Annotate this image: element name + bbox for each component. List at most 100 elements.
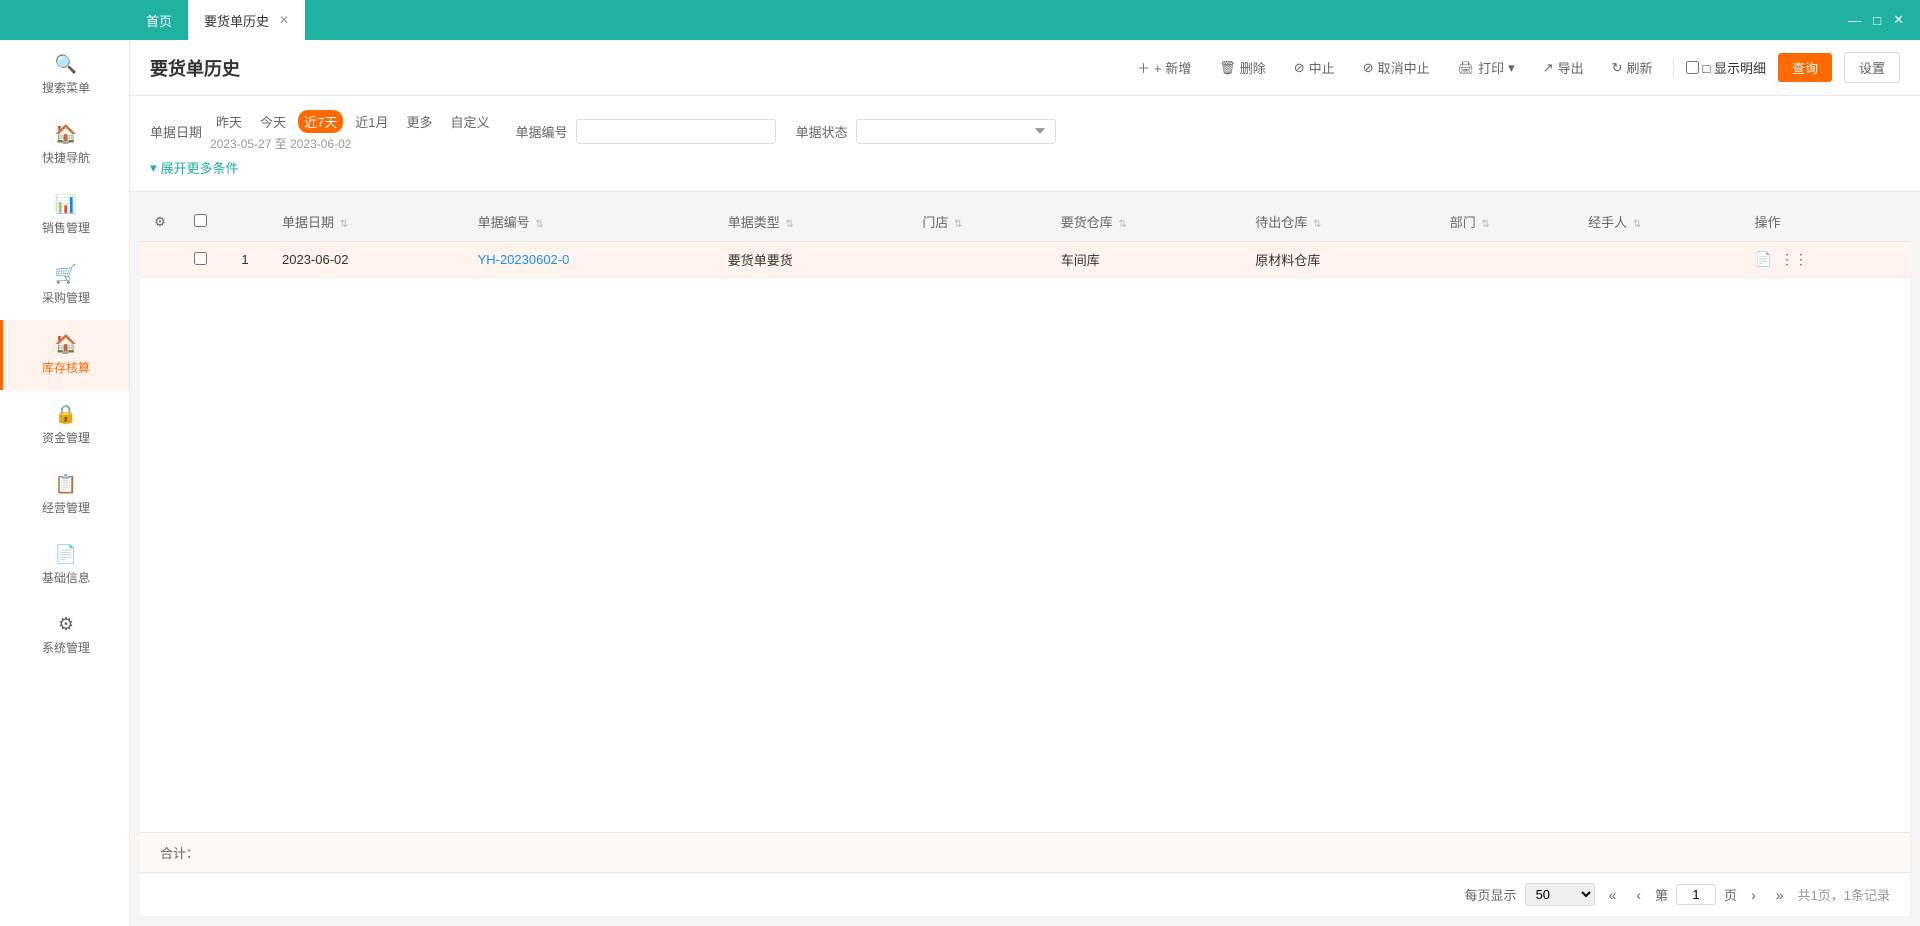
row-doc-type-cell: 要货单要货: [716, 242, 911, 278]
sidebar-item-quick-nav-label: 快捷导航: [42, 149, 90, 166]
stop-button[interactable]: ⊘ 中止: [1286, 54, 1343, 81]
sidebar-item-sales-mgmt[interactable]: 📊 销售管理: [0, 180, 129, 250]
status-select[interactable]: [856, 119, 1056, 144]
row-actions-cell: 📄 ⋮⋮: [1743, 242, 1910, 278]
th-doc-type-label: 单据类型: [728, 215, 780, 230]
th-doc-date[interactable]: 单据日期 ⇅: [270, 202, 466, 242]
sidebar-item-inventory[interactable]: 🏠 库存核算: [0, 320, 129, 390]
sort-req-warehouse-icon: ⇅: [1118, 219, 1126, 230]
window-minimize-btn[interactable]: —: [1848, 13, 1861, 28]
refresh-button[interactable]: ↻ 刷新: [1604, 54, 1661, 81]
shortcut-yesterday[interactable]: 昨天: [210, 110, 248, 133]
row-check-cell: [180, 242, 220, 278]
row-req-warehouse: 车间库: [1061, 253, 1100, 268]
first-page-btn[interactable]: «: [1603, 885, 1623, 905]
print-button[interactable]: 🖨 打印 ▾: [1450, 54, 1523, 81]
settings-button[interactable]: 设置: [1844, 52, 1900, 83]
new-icon: ＋: [1137, 58, 1150, 77]
sidebar-item-ops-mgmt[interactable]: 📋 经营管理: [0, 460, 129, 530]
th-req-warehouse-label: 要货仓库: [1061, 215, 1113, 230]
last-page-btn[interactable]: »: [1770, 885, 1790, 905]
print-icon: 🖨: [1458, 60, 1475, 76]
sort-department-icon: ⇅: [1481, 219, 1489, 230]
row-more-action-btn[interactable]: ⋮⋮: [1780, 251, 1808, 268]
tab-close-icon[interactable]: ✕: [279, 13, 289, 27]
page-title: 要货单历史: [150, 55, 240, 81]
purchase-mgmt-icon: 🛒: [55, 264, 77, 285]
top-bar: 首页 要货单历史 ✕ — □ ✕: [0, 0, 1920, 40]
expand-more-icon: ▾: [150, 160, 157, 176]
sidebar-item-search-menu[interactable]: 🔍 搜索菜单: [0, 40, 129, 110]
th-check: [180, 202, 220, 242]
sidebar-item-sys-mgmt[interactable]: ⚙ 系统管理: [0, 600, 129, 670]
th-actions: 操作: [1743, 202, 1910, 242]
doc-number-input[interactable]: [576, 119, 776, 144]
shortcut-more[interactable]: 更多: [401, 110, 439, 133]
query-button[interactable]: 查询: [1778, 53, 1832, 82]
export-label: 导出: [1558, 58, 1584, 77]
sidebar-item-purchase-mgmt[interactable]: 🛒 采购管理: [0, 250, 129, 320]
date-filter: 单据日期 昨天 今天 近7天 近1月 更多 自定义 2023-05-27 至 2…: [150, 110, 496, 152]
row-checkbox[interactable]: [194, 252, 207, 265]
th-req-warehouse[interactable]: 要货仓库 ⇅: [1049, 202, 1244, 242]
row-doc-number-cell: YH-20230602-0: [466, 242, 716, 278]
doc-number-filter: 单据编号: [516, 119, 776, 144]
cancel-stop-button[interactable]: ⊘ 取消中止: [1355, 54, 1438, 81]
row-num: 1: [241, 252, 248, 267]
window-close-btn[interactable]: ✕: [1893, 12, 1904, 28]
refresh-label: 刷新: [1626, 58, 1652, 77]
th-handler-label: 经手人: [1588, 215, 1627, 230]
th-handler[interactable]: 经手人 ⇅: [1576, 202, 1742, 242]
search-menu-icon: 🔍: [55, 54, 77, 75]
expand-more-btn[interactable]: ▾ 展开更多条件: [150, 158, 1900, 177]
th-department-label: 部门: [1450, 215, 1476, 230]
row-doc-number-link[interactable]: YH-20230602-0: [478, 252, 570, 267]
row-doc-type: 要货单要货: [728, 253, 793, 268]
shortcut-custom[interactable]: 自定义: [445, 110, 496, 133]
page-input[interactable]: [1676, 884, 1716, 905]
table-area: ⚙ 单据日期 ⇅ 单据编号 ⇅: [140, 202, 1910, 916]
page-header: 要货单历史 ＋ + 新增 🗑 删除 ⊘ 中止 ⊘ 取消中止: [130, 40, 1920, 96]
sidebar-item-basic-info[interactable]: 📄 基础信息: [0, 530, 129, 600]
tab-requisition-history-label: 要货单历史: [204, 11, 269, 30]
sidebar-item-sys-mgmt-label: 系统管理: [42, 639, 90, 656]
display-detail-checkbox[interactable]: [1686, 61, 1699, 74]
th-department[interactable]: 部门 ⇅: [1438, 202, 1576, 242]
window-maximize-btn[interactable]: □: [1873, 13, 1881, 28]
delete-button[interactable]: 🗑 删除: [1211, 54, 1274, 81]
th-store[interactable]: 门店 ⇅: [910, 202, 1048, 242]
row-view-action-btn[interactable]: 📄: [1755, 251, 1772, 268]
sidebar-item-quick-nav[interactable]: 🏠 快捷导航: [0, 110, 129, 180]
sidebar-item-basic-info-label: 基础信息: [42, 569, 90, 586]
filter-row: 单据日期 昨天 今天 近7天 近1月 更多 自定义 2023-05-27 至 2…: [150, 110, 1900, 152]
new-button[interactable]: ＋ + 新增: [1129, 54, 1199, 81]
display-detail-toggle[interactable]: □ 显示明细: [1686, 58, 1766, 77]
sidebar-item-funds-mgmt[interactable]: 🔒 资金管理: [0, 390, 129, 460]
sort-handler-icon: ⇅: [1633, 219, 1641, 230]
stop-icon: ⊘: [1294, 60, 1305, 76]
table-body: 1 2023-06-02 YH-20230602-0 要货单要货: [140, 242, 1910, 278]
th-doc-number[interactable]: 单据编号 ⇅: [466, 202, 716, 242]
shortcut-1month[interactable]: 近1月: [349, 110, 394, 133]
table-row[interactable]: 1 2023-06-02 YH-20230602-0 要货单要货: [140, 242, 1910, 278]
quick-nav-icon: 🏠: [55, 124, 77, 145]
table-settings-gear-icon[interactable]: ⚙: [152, 214, 168, 230]
th-doc-date-label: 单据日期: [282, 215, 334, 230]
prev-page-btn[interactable]: ‹: [1630, 885, 1647, 905]
shortcut-today[interactable]: 今天: [254, 110, 292, 133]
export-button[interactable]: ↗ 导出: [1535, 54, 1592, 81]
page-size-select[interactable]: 10 20 50 100: [1525, 883, 1595, 906]
sidebar-item-sales-mgmt-label: 销售管理: [42, 219, 90, 236]
th-pending-warehouse[interactable]: 待出仓库 ⇅: [1243, 202, 1438, 242]
next-page-btn[interactable]: ›: [1745, 885, 1762, 905]
select-all-checkbox[interactable]: [194, 214, 207, 227]
th-doc-type[interactable]: 单据类型 ⇅: [716, 202, 911, 242]
shortcut-7days[interactable]: 近7天: [298, 110, 343, 133]
sort-doc-number-icon: ⇅: [535, 219, 543, 230]
expand-more-label: 展开更多条件: [161, 158, 239, 177]
doc-number-label: 单据编号: [516, 122, 568, 141]
sort-doc-date-icon: ⇅: [340, 219, 348, 230]
tab-home[interactable]: 首页: [130, 0, 188, 40]
tab-requisition-history[interactable]: 要货单历史 ✕: [188, 0, 305, 40]
delete-icon: 🗑: [1219, 60, 1236, 76]
